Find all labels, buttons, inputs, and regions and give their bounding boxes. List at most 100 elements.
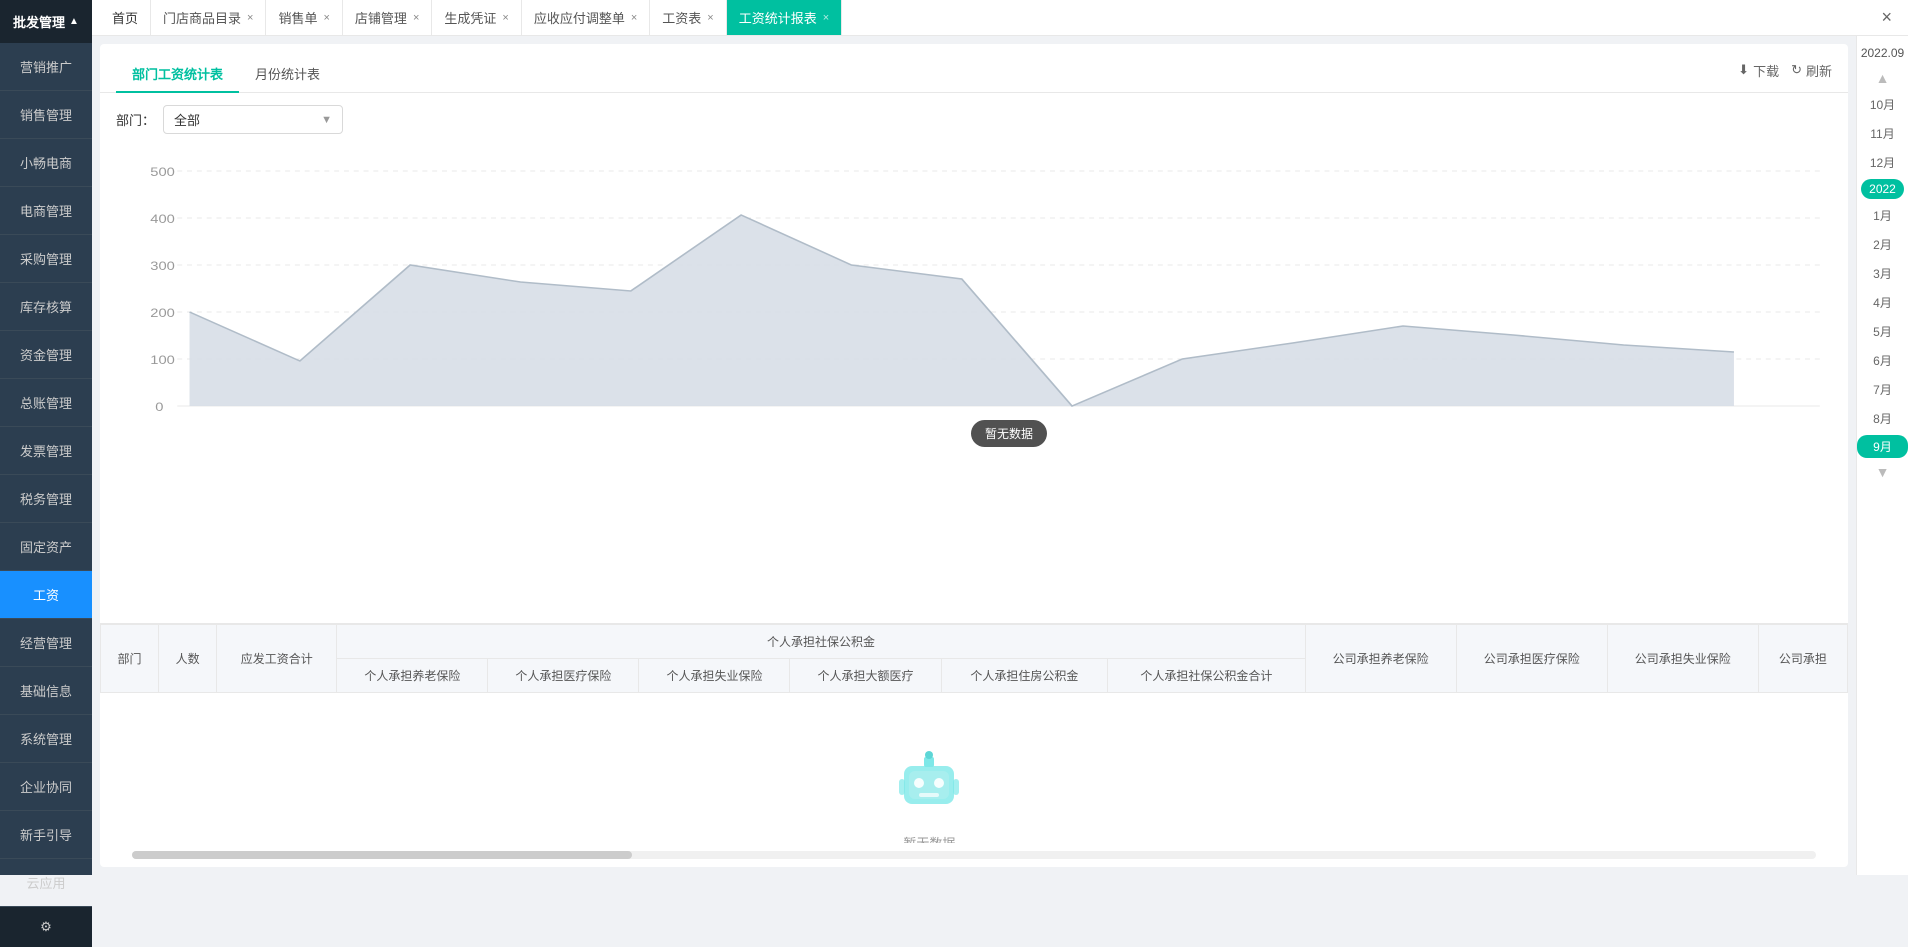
sidebar-header[interactable]: 批发管理 ▲ [0, 0, 92, 43]
sidebar-item-营销推广[interactable]: 营销推广 [0, 43, 92, 91]
timeline-month-8月[interactable]: 8月 [1857, 404, 1908, 433]
tab-close-icon[interactable]: × [323, 12, 329, 24]
sidebar-item-税务管理[interactable]: 税务管理 [0, 475, 92, 523]
timeline-year-active[interactable]: 2022 [1861, 179, 1904, 199]
sub-tab-部门工资统计表[interactable]: 部门工资统计表 [116, 56, 239, 93]
timeline-nav-down[interactable]: ▼ [1872, 460, 1894, 484]
sidebar-item-基础信息[interactable]: 基础信息 [0, 667, 92, 715]
sidebar-item-采购管理[interactable]: 采购管理 [0, 235, 92, 283]
sidebar-items-container: 营销推广销售管理小畅电商电商管理采购管理库存核算资金管理总账管理发票管理税务管理… [0, 43, 92, 907]
th-company-other: 公司承担 [1758, 625, 1847, 693]
empty-state-icon [889, 741, 969, 821]
timeline-month-6月[interactable]: 6月 [1857, 346, 1908, 375]
tab-close-icon[interactable]: × [823, 12, 829, 24]
sidebar-item-工资[interactable]: 工资 [0, 571, 92, 619]
refresh-button[interactable]: ↻ 刷新 [1791, 61, 1832, 80]
table-section: 部门 人数 应发工资合计 个人承担社保公积金 公司承担养老保险 公司承担医疗保险… [100, 623, 1848, 843]
timeline-month-4月[interactable]: 4月 [1857, 288, 1908, 317]
th-personal-total: 个人承担社保公积金合计 [1108, 659, 1306, 693]
th-company-medical: 公司承担医疗保险 [1456, 625, 1607, 693]
sidebar-item-小畅电商[interactable]: 小畅电商 [0, 139, 92, 187]
sidebar-item-新手引导[interactable]: 新手引导 [0, 811, 92, 859]
tab-工资表[interactable]: 工资表 × [650, 0, 726, 36]
timeline-month-12月[interactable]: 12月 [1857, 148, 1908, 177]
sub-tabs-container: 部门工资统计表月份统计表 [116, 56, 336, 92]
tab-店铺管理[interactable]: 店铺管理 × [343, 0, 432, 36]
timeline-header: 2022.09 [1857, 40, 1908, 66]
th-total-salary: 应发工资合计 [217, 625, 337, 693]
filter-row: 部门： 全部 ▼ [100, 93, 1848, 146]
timeline-nav-up[interactable]: ▲ [1872, 66, 1894, 90]
sidebar-item-发票管理[interactable]: 发票管理 [0, 427, 92, 475]
tab-close-icon[interactable]: × [502, 12, 508, 24]
sidebar-item-云应用[interactable]: 云应用 [0, 859, 92, 907]
department-select[interactable]: 全部 ▼ [163, 105, 343, 134]
timeline-sidebar: 2022.09▲10月11月12月20221月2月3月4月5月6月7月8月9月▼ [1856, 36, 1908, 875]
sidebar-title: 批发管理 [13, 12, 65, 31]
svg-text:500: 500 [150, 165, 175, 178]
download-button[interactable]: ⬇ 下载 [1738, 61, 1779, 80]
timeline-container: 2022.09▲10月11月12月20221月2月3月4月5月6月7月8月9月▼ [1857, 40, 1908, 484]
tab-首页[interactable]: 首页 [100, 0, 151, 36]
sub-tabs: 部门工资统计表月份统计表 ⬇ 下载 ↻ 刷新 [100, 44, 1848, 93]
timeline-month-3月[interactable]: 3月 [1857, 259, 1908, 288]
tab-label: 销售单 [278, 8, 317, 27]
tab-close-icon[interactable]: × [707, 12, 713, 24]
chevron-down-icon: ▼ [321, 114, 332, 126]
sidebar-item-总账管理[interactable]: 总账管理 [0, 379, 92, 427]
sidebar-item-库存核算[interactable]: 库存核算 [0, 283, 92, 331]
data-table: 部门 人数 应发工资合计 个人承担社保公积金 公司承担养老保险 公司承担医疗保险… [100, 624, 1848, 843]
sidebar-item-资金管理[interactable]: 资金管理 [0, 331, 92, 379]
tab-销售单[interactable]: 销售单 × [266, 0, 342, 36]
timeline-month-2月[interactable]: 2月 [1857, 230, 1908, 259]
close-all-button[interactable]: × [1873, 7, 1900, 28]
svg-text:400: 400 [150, 212, 175, 225]
timeline-month-5月[interactable]: 5月 [1857, 317, 1908, 346]
th-personal-medical: 个人承担医疗保险 [488, 659, 639, 693]
tab-label: 工资统计报表 [739, 8, 817, 27]
sidebar-item-固定资产[interactable]: 固定资产 [0, 523, 92, 571]
tab-close-icon[interactable]: × [247, 12, 253, 24]
sidebar-item-销售管理[interactable]: 销售管理 [0, 91, 92, 139]
sidebar-settings[interactable]: ⚙ [0, 907, 92, 947]
svg-text:300: 300 [150, 259, 175, 272]
chart-area: 0 100 200 300 400 500 [100, 146, 1848, 867]
sidebar-item-经营管理[interactable]: 经营管理 [0, 619, 92, 667]
tab-close-icon[interactable]: × [631, 12, 637, 24]
page: 部门工资统计表月份统计表 ⬇ 下载 ↻ 刷新 部门： 全部 ▼ [100, 44, 1848, 867]
area-chart: 0 100 200 300 400 500 [116, 156, 1832, 416]
table-scrollbar-thumb[interactable] [132, 851, 632, 859]
timeline-month-1月[interactable]: 1月 [1857, 201, 1908, 230]
tab-label: 首页 [112, 8, 138, 27]
tab-close-icon[interactable]: × [413, 12, 419, 24]
th-company-pension: 公司承担养老保险 [1305, 625, 1456, 693]
tab-门店商品目录[interactable]: 门店商品目录 × [151, 0, 266, 36]
sidebar-item-系统管理[interactable]: 系统管理 [0, 715, 92, 763]
content-area: 部门工资统计表月份统计表 ⬇ 下载 ↻ 刷新 部门： 全部 ▼ [92, 36, 1908, 875]
th-personal-housing: 个人承担住房公积金 [941, 659, 1108, 693]
download-label: 下载 [1753, 61, 1779, 80]
sidebar: 批发管理 ▲ 营销推广销售管理小畅电商电商管理采购管理库存核算资金管理总账管理发… [0, 0, 92, 875]
tab-生成凭证[interactable]: 生成凭证 × [432, 0, 521, 36]
sidebar-item-企业协同[interactable]: 企业协同 [0, 763, 92, 811]
tab-应收应付调整单[interactable]: 应收应付调整单 × [522, 0, 650, 36]
department-value: 全部 [174, 110, 200, 129]
tab-工资统计报表[interactable]: 工资统计报表 × [727, 0, 842, 36]
th-department: 部门 [101, 625, 159, 693]
sidebar-item-电商管理[interactable]: 电商管理 [0, 187, 92, 235]
tab-label: 生成凭证 [444, 8, 496, 27]
tab-label: 应收应付调整单 [534, 8, 625, 27]
tab-label: 店铺管理 [355, 8, 407, 27]
tabbar: 首页门店商品目录×销售单×店铺管理×生成凭证×应收应付调整单×工资表×工资统计报… [92, 0, 1908, 36]
chart-fill [190, 215, 1734, 406]
timeline-month-11月[interactable]: 11月 [1857, 119, 1908, 148]
tab-label: 门店商品目录 [163, 8, 241, 27]
timeline-month-10月[interactable]: 10月 [1857, 90, 1908, 119]
sidebar-collapse-icon: ▲ [69, 16, 79, 27]
timeline-month-active[interactable]: 9月 [1857, 435, 1908, 458]
table-scrollbar-track[interactable] [132, 851, 1816, 859]
timeline-month-7月[interactable]: 7月 [1857, 375, 1908, 404]
table-scrollbar-container [100, 843, 1848, 867]
sub-tab-月份统计表[interactable]: 月份统计表 [239, 56, 336, 93]
tab-label: 工资表 [662, 8, 701, 27]
